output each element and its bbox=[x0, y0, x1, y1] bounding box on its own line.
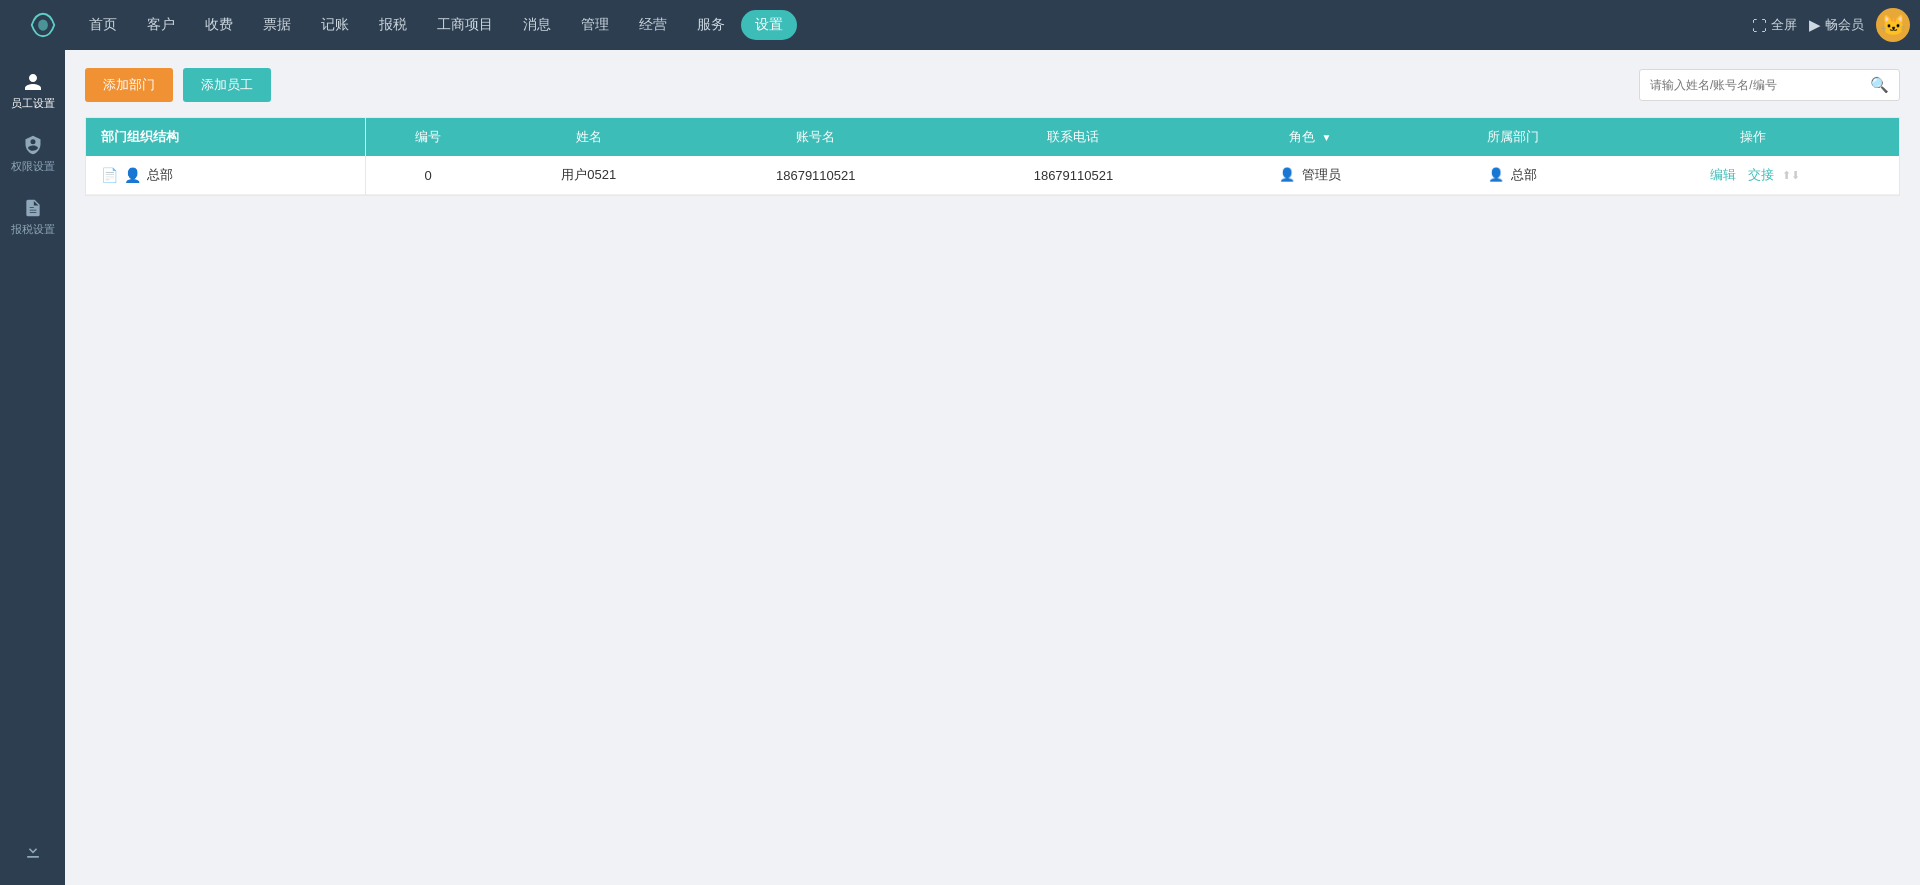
nav-manage[interactable]: 管理 bbox=[567, 10, 623, 40]
col-action: 操作 bbox=[1607, 118, 1899, 156]
content-area: 部门组织结构 📄 👤 总部 编号 姓名 账号名 联系电话 角色 bbox=[85, 117, 1900, 196]
data-table: 编号 姓名 账号名 联系电话 角色 ▼ 所属部门 操作 0 bbox=[366, 118, 1899, 195]
add-dept-button[interactable]: 添加部门 bbox=[85, 68, 173, 102]
nav-accounting[interactable]: 记账 bbox=[307, 10, 363, 40]
nav-message[interactable]: 消息 bbox=[509, 10, 565, 40]
sidebar-bottom bbox=[18, 829, 48, 873]
sidebar-label-permission: 权限设置 bbox=[11, 159, 55, 174]
row-scroll-arrows: ⬆⬇ bbox=[1782, 169, 1800, 181]
col-role[interactable]: 角色 ▼ bbox=[1202, 118, 1418, 156]
nav-items: 首页 客户 收费 票据 记账 报税 工商项目 消息 管理 经营 服务 设置 bbox=[75, 10, 1752, 40]
table-panel: 编号 姓名 账号名 联系电话 角色 ▼ 所属部门 操作 0 bbox=[366, 118, 1899, 195]
sidebar: 员工设置 权限设置 报税设置 bbox=[0, 50, 65, 885]
table-header: 编号 姓名 账号名 联系电话 角色 ▼ 所属部门 操作 bbox=[366, 118, 1899, 156]
col-id: 编号 bbox=[366, 118, 490, 156]
col-dept: 所属部门 bbox=[1418, 118, 1607, 156]
sidebar-label-taxsettings: 报税设置 bbox=[11, 222, 55, 237]
avatar[interactable]: 🐱 bbox=[1876, 8, 1910, 42]
search-wrap: 🔍 bbox=[1639, 69, 1900, 101]
sidebar-download-btn[interactable] bbox=[18, 829, 48, 873]
top-nav: 首页 客户 收费 票据 记账 报税 工商项目 消息 管理 经营 服务 设置 ⛶ … bbox=[0, 0, 1920, 50]
search-input[interactable] bbox=[1640, 72, 1860, 98]
cell-phone: 18679110521 bbox=[945, 156, 1203, 195]
role-user-icon: 👤 bbox=[1279, 167, 1295, 182]
nav-service[interactable]: 服务 bbox=[683, 10, 739, 40]
tree-panel: 部门组织结构 📄 👤 总部 bbox=[86, 118, 366, 195]
cell-id: 0 bbox=[366, 156, 490, 195]
filter-icon: ▼ bbox=[1321, 132, 1331, 143]
transfer-link[interactable]: 交接 bbox=[1748, 167, 1774, 182]
nav-right: ⛶ 全屏 ▶ 畅会员 🐱 bbox=[1752, 8, 1910, 42]
search-icon: 🔍 bbox=[1870, 76, 1889, 93]
col-account: 账号名 bbox=[687, 118, 945, 156]
vip-btn[interactable]: ▶ 畅会员 bbox=[1809, 16, 1864, 34]
nav-operation[interactable]: 经营 bbox=[625, 10, 681, 40]
main-content: 添加部门 添加员工 🔍 部门组织结构 📄 👤 总部 编号 bbox=[65, 50, 1920, 885]
cell-actions: 编辑 交接 ⬆⬇ bbox=[1607, 156, 1899, 195]
nav-invoice[interactable]: 票据 bbox=[249, 10, 305, 40]
download-icon bbox=[23, 841, 43, 861]
edit-link[interactable]: 编辑 bbox=[1710, 167, 1736, 182]
tree-item-hq[interactable]: 📄 👤 总部 bbox=[86, 156, 365, 195]
dept-user-icon: 👤 bbox=[124, 167, 141, 183]
cell-account: 18679110521 bbox=[687, 156, 945, 195]
permission-icon bbox=[23, 135, 43, 155]
col-role-label: 角色 bbox=[1289, 129, 1315, 144]
logo bbox=[10, 10, 75, 40]
col-phone: 联系电话 bbox=[945, 118, 1203, 156]
nav-client[interactable]: 客户 bbox=[133, 10, 189, 40]
table-body: 0 用户0521 18679110521 18679110521 👤 管理员 👤… bbox=[366, 156, 1899, 195]
table-row: 0 用户0521 18679110521 18679110521 👤 管理员 👤… bbox=[366, 156, 1899, 195]
search-button[interactable]: 🔍 bbox=[1860, 70, 1899, 100]
fullscreen-label: 全屏 bbox=[1771, 16, 1797, 34]
nav-business[interactable]: 工商项目 bbox=[423, 10, 507, 40]
role-label: 管理员 bbox=[1302, 167, 1341, 182]
vip-label: 畅会员 bbox=[1825, 16, 1864, 34]
dept-user-icon-cell: 👤 bbox=[1488, 167, 1504, 182]
nav-settings[interactable]: 设置 bbox=[741, 10, 797, 40]
nav-tax[interactable]: 报税 bbox=[365, 10, 421, 40]
vip-icon: ▶ bbox=[1809, 16, 1821, 34]
toolbar: 添加部门 添加员工 🔍 bbox=[85, 68, 1900, 102]
sidebar-label-employee: 员工设置 bbox=[11, 96, 55, 111]
fullscreen-icon: ⛶ bbox=[1752, 17, 1767, 34]
sidebar-item-taxsettings[interactable]: 报税设置 bbox=[0, 186, 65, 249]
cell-name: 用户0521 bbox=[490, 156, 686, 195]
nav-fee[interactable]: 收费 bbox=[191, 10, 247, 40]
sidebar-item-permission[interactable]: 权限设置 bbox=[0, 123, 65, 186]
fullscreen-btn[interactable]: ⛶ 全屏 bbox=[1752, 16, 1797, 34]
taxsettings-icon bbox=[23, 198, 43, 218]
cell-dept: 👤 总部 bbox=[1418, 156, 1607, 195]
add-employee-button[interactable]: 添加员工 bbox=[183, 68, 271, 102]
tree-panel-header: 部门组织结构 bbox=[86, 118, 365, 156]
employee-icon bbox=[23, 72, 43, 92]
tree-item-label: 总部 bbox=[147, 166, 173, 184]
sidebar-item-employee[interactable]: 员工设置 bbox=[0, 60, 65, 123]
file-icon: 📄 bbox=[101, 167, 118, 183]
dept-label: 总部 bbox=[1511, 167, 1537, 182]
col-name: 姓名 bbox=[490, 118, 686, 156]
cell-role: 👤 管理员 bbox=[1202, 156, 1418, 195]
nav-home[interactable]: 首页 bbox=[75, 10, 131, 40]
